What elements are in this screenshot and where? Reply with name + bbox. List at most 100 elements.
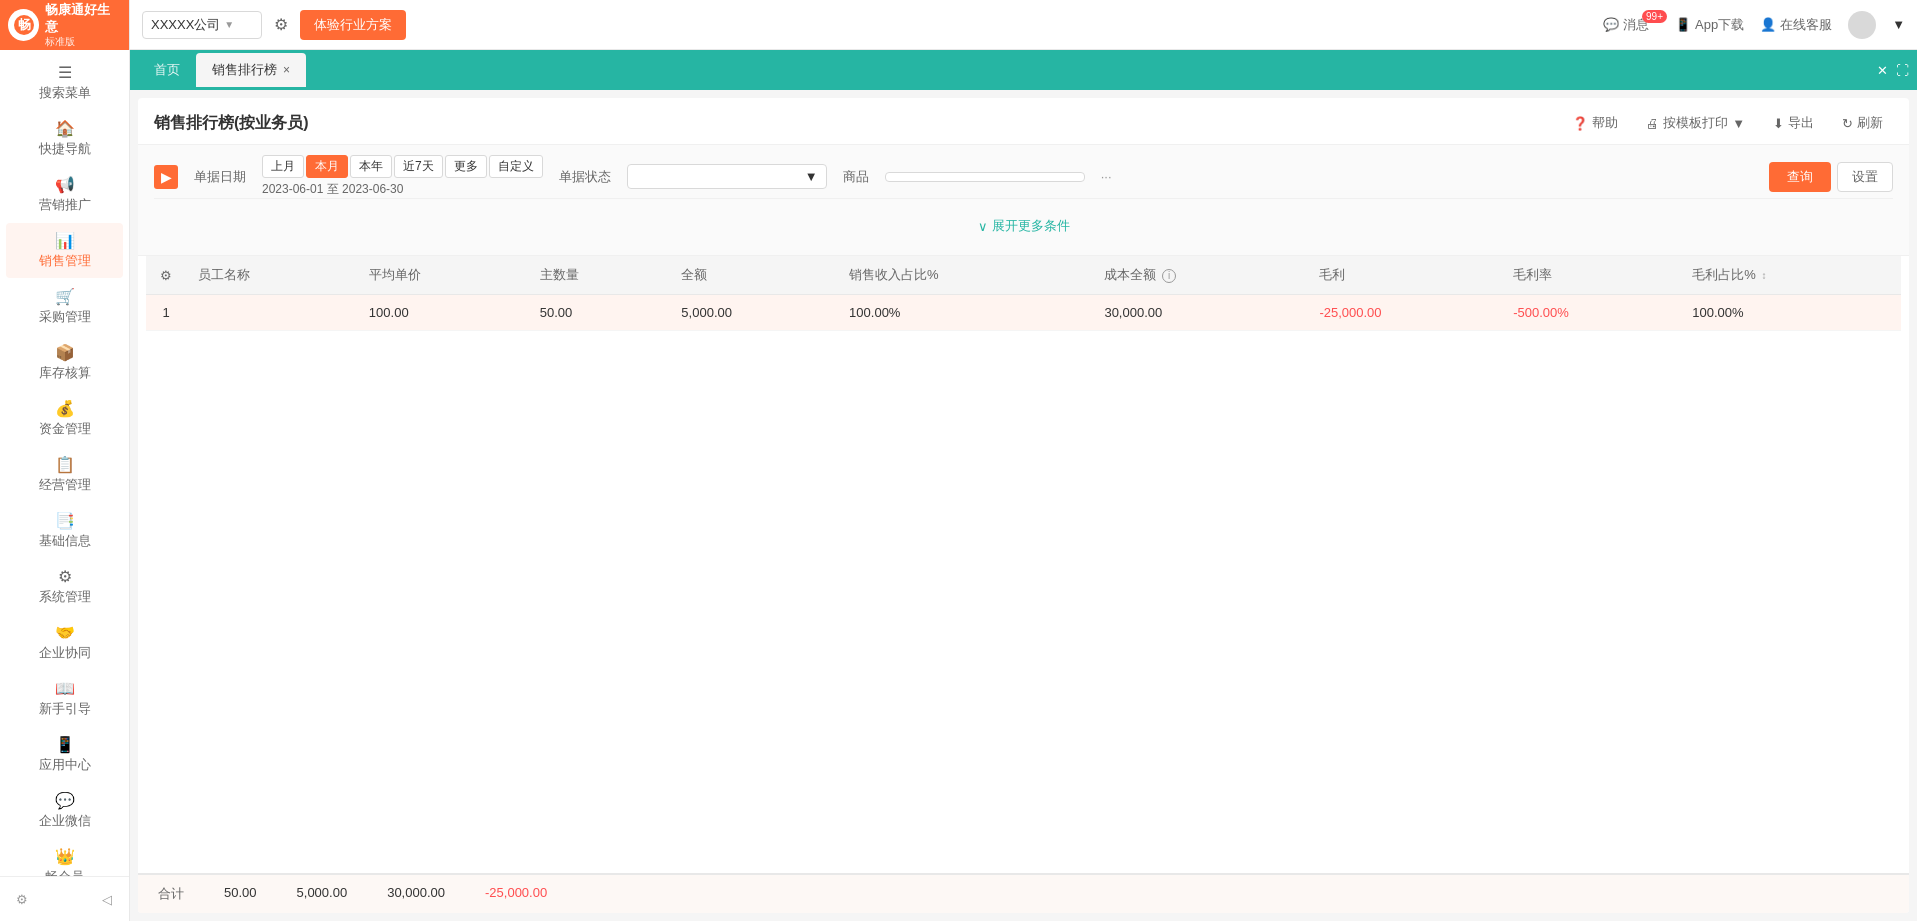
content-panel: 销售排行榜(按业务员) ❓ 帮助 🖨 按模板打印 ▼ ⬇ 导出 [138,98,1909,913]
message-btn[interactable]: 💬 消息 99+ [1603,16,1659,34]
table-body: 1 100.00 50.00 5,000.00 100.00% 30,000.0… [146,295,1901,331]
goods-label: 商品 [843,168,869,186]
help-button[interactable]: ❓ 帮助 [1562,110,1628,136]
table-container: ⚙ 员工名称 平均单价 主数量 全额 销售收入占比% 成本全额 i 毛利 [138,256,1909,873]
cell-cost: 30,000.00 [1092,295,1307,331]
page-title: 销售排行榜(按业务员) [154,113,309,134]
date-btn-more[interactable]: 更多 [445,155,487,178]
goods-input[interactable] [885,172,1085,182]
status-label: 单据状态 [559,168,611,186]
filter-row: ▶ 单据日期 上月 本月 本年 近7天 更多 自定义 2023-06-01 至 … [154,155,1893,198]
tab-home[interactable]: 首页 [138,53,196,87]
refresh-button[interactable]: ↻ 刷新 [1832,110,1893,136]
finance-icon: 💰 [55,399,75,418]
company-dropdown-arrow: ▼ [224,19,234,30]
date-filter-group: 上月 本月 本年 近7天 更多 自定义 2023-06-01 至 2023-06… [262,155,543,198]
message-icon: 💬 [1603,17,1619,32]
export-icon: ⬇ [1773,116,1784,131]
sidebar-item-nav[interactable]: 🏠 快捷导航 [6,111,123,166]
content-area: 销售排行榜(按业务员) ❓ 帮助 🖨 按模板打印 ▼ ⬇ 导出 [130,90,1917,921]
window-close-icon[interactable]: ✕ [1877,63,1888,78]
service-icon: 👤 [1760,17,1776,32]
profit-sort-icon[interactable]: ↕ [1761,270,1766,281]
sidebar-settings-btn[interactable]: ⚙ [8,885,36,913]
date-btn-last-month[interactable]: 上月 [262,155,304,178]
filter-more-btn[interactable]: ··· [1101,169,1112,184]
footer-amount: 5,000.00 [297,885,348,903]
app-logo: 畅 畅康通好生意 标准版 [0,0,129,50]
cell-name [186,295,357,331]
col-avg-price: 平均单价 [357,256,528,295]
footer-cost: 30,000.00 [387,885,445,903]
date-btn-this-month[interactable]: 本月 [306,155,348,178]
operation-icon: 📋 [55,455,75,474]
tab-sales-ranking[interactable]: 销售排行榜 × [196,53,306,87]
sidebar-collapse-btn[interactable]: ◁ [93,885,121,913]
col-settings[interactable]: ⚙ [146,256,186,295]
cost-info-icon[interactable]: i [1162,269,1176,283]
filter-arrow-btn[interactable]: ▶ [154,165,178,189]
wechat-icon: 💬 [55,791,75,810]
window-expand-icon[interactable]: ⛶ [1896,63,1909,78]
settings-button[interactable]: 设置 [1837,162,1893,192]
sidebar-item-basic[interactable]: 📑 基础信息 [6,503,123,558]
col-sales-pct: 销售收入占比% [837,256,1092,295]
basic-icon: 📑 [55,511,75,530]
date-label: 单据日期 [194,168,246,186]
sidebar-item-finance[interactable]: 💰 资金管理 [6,391,123,446]
date-btn-7days[interactable]: 近7天 [394,155,443,178]
footer-qty-value: 50.00 [224,885,257,903]
footer-total-label: 合计 [158,885,184,903]
topbar-settings-icon[interactable]: ⚙ [270,11,292,38]
date-btn-custom[interactable]: 自定义 [489,155,543,178]
corp-icon: 🤝 [55,623,75,642]
print-icon: 🖨 [1646,116,1659,131]
main-area: XXXXX公司 ▼ ⚙ 体验行业方案 💬 消息 99+ 📱 App下载 👤 在线… [130,0,1917,921]
sidebar-item-corp[interactable]: 🤝 企业协同 [6,615,123,670]
sidebar-item-operation[interactable]: 📋 经营管理 [6,447,123,502]
status-select[interactable]: ▼ [627,164,827,189]
tabbar: 首页 销售排行榜 × ✕ ⛶ [130,50,1917,90]
filter-action-buttons: 查询 设置 [1769,162,1893,192]
logo-icon: 畅 [8,9,39,41]
footer-cost-value: 30,000.00 [387,885,445,903]
sidebar-item-inventory[interactable]: 📦 库存核算 [6,335,123,390]
cell-rank: 1 [146,295,186,331]
company-name: XXXXX公司 [151,16,220,34]
user-avatar[interactable] [1848,11,1876,39]
sidebar-item-wechat[interactable]: 💬 企业微信 [6,783,123,838]
date-btn-this-year[interactable]: 本年 [350,155,392,178]
app-name: 畅康通好生意 [45,2,121,36]
expand-filter-btn[interactable]: ∨ 展开更多条件 [154,213,1893,239]
sidebar-item-marketing[interactable]: 📢 营销推广 [6,167,123,222]
company-selector[interactable]: XXXXX公司 ▼ [142,11,262,39]
tabbar-actions: ✕ ⛶ [1877,63,1909,78]
sidebar-item-guide[interactable]: 📖 新手引导 [6,671,123,726]
sidebar-item-member[interactable]: 👑 畅会员 [6,839,123,876]
trial-button[interactable]: 体验行业方案 [300,10,406,40]
topbar-right: 💬 消息 99+ 📱 App下载 👤 在线客服 ▼ [1603,11,1905,39]
filter-expand-row: ∨ 展开更多条件 [154,198,1893,245]
online-service-btn[interactable]: 👤 在线客服 [1760,16,1832,34]
cell-profit: -25,000.00 [1307,295,1501,331]
sidebar-item-system[interactable]: ⚙ 系统管理 [6,559,123,614]
collapse-icon: ◁ [102,892,112,907]
table-footer: 合计 50.00 5,000.00 30,000.00 -25,000.00 [138,873,1909,913]
purchase-icon: 🛒 [55,287,75,306]
export-button[interactable]: ⬇ 导出 [1763,110,1824,136]
date-buttons: 上月 本月 本年 近7天 更多 自定义 [262,155,543,178]
print-button[interactable]: 🖨 按模板打印 ▼ [1636,110,1755,136]
download-icon: 📱 [1675,17,1691,32]
sidebar-item-apps[interactable]: 📱 应用中心 [6,727,123,782]
query-button[interactable]: 查询 [1769,162,1831,192]
footer-amount-value: 5,000.00 [297,885,348,903]
help-icon: ❓ [1572,116,1588,131]
app-download-btn[interactable]: 📱 App下载 [1675,16,1744,34]
sidebar-item-purchase[interactable]: 🛒 采购管理 [6,279,123,334]
inventory-icon: 📦 [55,343,75,362]
sidebar-item-sales[interactable]: 📊 销售管理 [6,223,123,278]
message-badge: 99+ [1642,10,1667,23]
sidebar-item-search[interactable]: ☰ 搜索菜单 [6,55,123,110]
cell-sales-pct: 100.00% [837,295,1092,331]
tab-close-icon[interactable]: × [283,63,290,77]
